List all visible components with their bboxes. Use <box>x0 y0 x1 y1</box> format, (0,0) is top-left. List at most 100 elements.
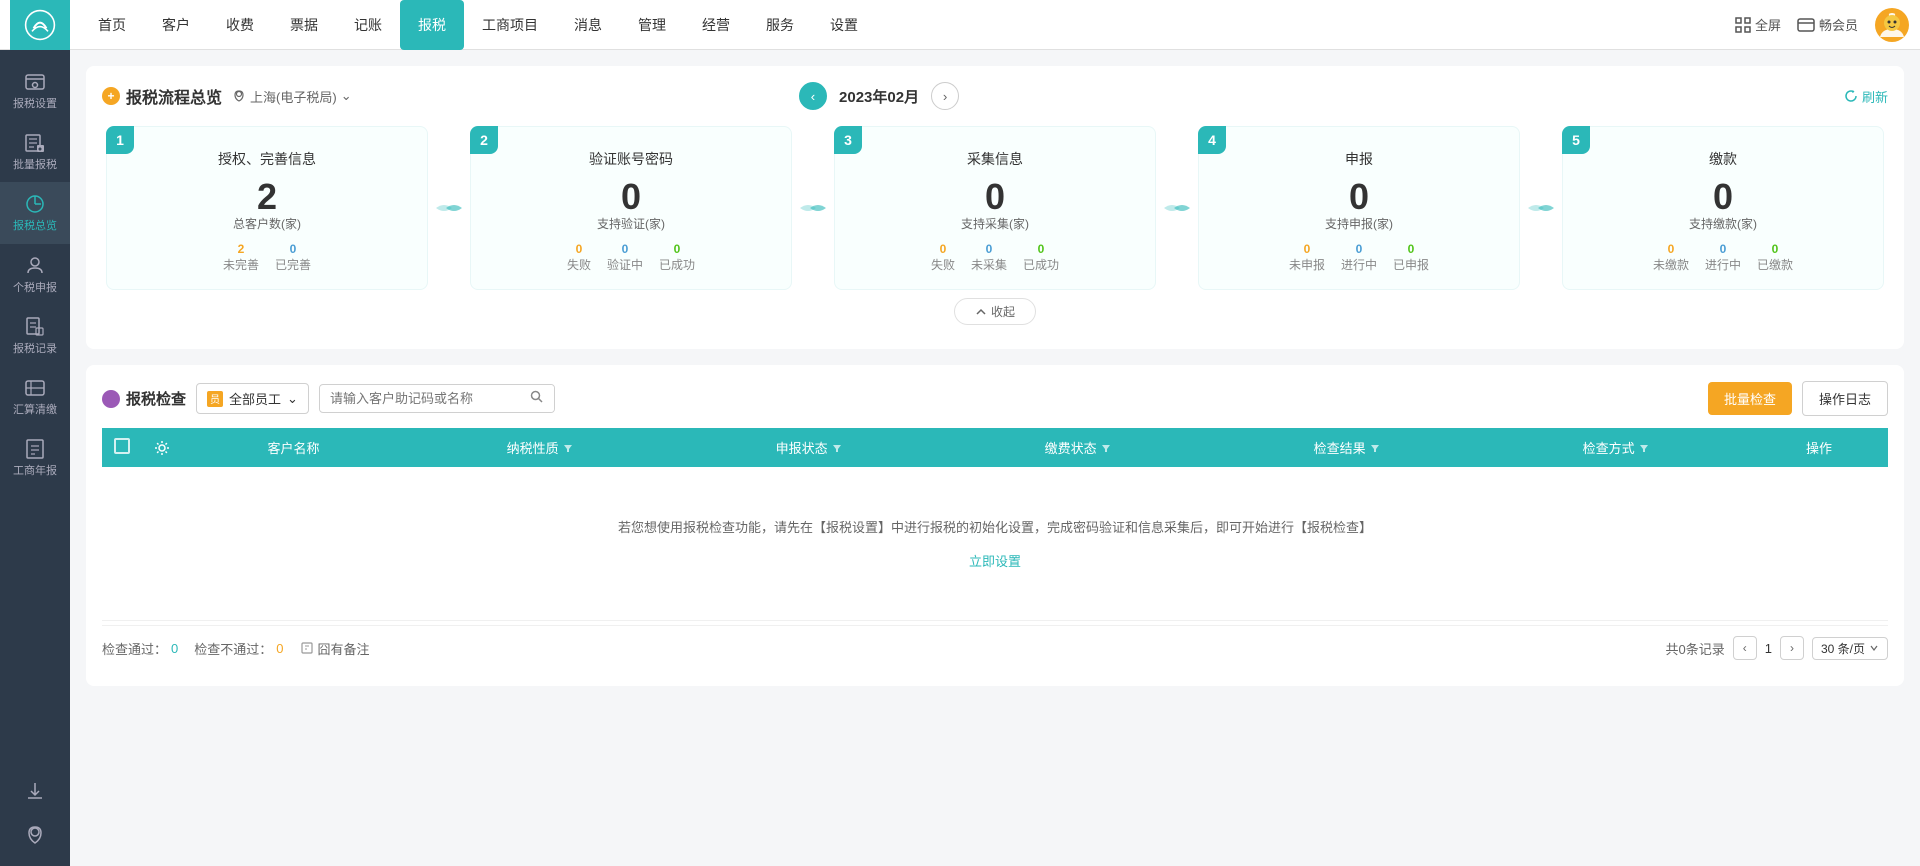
tax-record-icon <box>23 315 47 339</box>
nav-item-operation[interactable]: 经营 <box>684 0 748 50</box>
sidebar-item-tax-overview[interactable]: 报税总览 <box>0 182 70 243</box>
nav-item-message[interactable]: 消息 <box>556 0 620 50</box>
step-sub-1: 总客户数(家) <box>123 215 411 232</box>
top-nav: 首页 客户 收费 票据 记账 报税 工商项目 消息 管理 经营 服务 设置 全屏 <box>0 0 1920 50</box>
step-stat-lbl-2-0: 失败 <box>567 256 591 273</box>
summary-section: + 报税流程总览 上海(电子税局) ⌄ ‹ 2023年02月 › <box>86 66 1904 349</box>
th-check-method: 检查方式 <box>1481 428 1750 467</box>
step-stats-3: 0 失败 0 未采集 0 已成功 <box>851 242 1139 273</box>
prev-month-button[interactable]: ‹ <box>799 82 827 110</box>
nav-item-fee[interactable]: 收费 <box>208 0 272 50</box>
step-stat-2-2: 0 已成功 <box>659 242 695 273</box>
nav-item-business[interactable]: 工商项目 <box>464 0 556 50</box>
pass-stat: 检查通过： 0 <box>102 639 178 658</box>
location-text: 上海(电子税局) <box>250 87 337 106</box>
nav-item-service[interactable]: 服务 <box>748 0 812 50</box>
tax-overview-icon <box>23 192 47 216</box>
nav-item-home[interactable]: 首页 <box>80 0 144 50</box>
filter-icon-2[interactable] <box>832 443 842 453</box>
step-stat-val-2-1: 0 <box>607 242 643 256</box>
sidebar-item-annual-report[interactable]: 工商年报 <box>0 427 70 488</box>
fullscreen-label: 全屏 <box>1755 15 1781 34</box>
step-stat-4-2: 0 已申报 <box>1393 242 1429 273</box>
check-title-text: 报税检查 <box>126 388 186 409</box>
per-page-select[interactable]: 30 条/页 <box>1812 637 1888 660</box>
refresh-icon <box>1844 89 1858 103</box>
sidebar-item-location[interactable] <box>0 812 70 856</box>
avatar[interactable] <box>1874 7 1910 43</box>
search-input[interactable] <box>320 386 520 411</box>
step-stat-val-3-1: 0 <box>971 242 1007 256</box>
step-title-2: 验证账号密码 <box>487 149 775 169</box>
step-stat-val-5-2: 0 <box>1757 242 1793 256</box>
step-sub-5: 支持缴款(家) <box>1579 215 1867 232</box>
step-title-5: 缴款 <box>1579 149 1867 169</box>
nav-item-invoice[interactable]: 票据 <box>272 0 336 50</box>
main-area: 报税设置 批量报税 报税总览 个税申报 <box>0 50 1920 866</box>
arrow-1-2 <box>432 126 466 290</box>
sidebar-item-batch-tax[interactable]: 批量报税 <box>0 121 70 182</box>
step-sub-3: 支持采集(家) <box>851 215 1139 232</box>
note-icon <box>300 641 314 655</box>
employee-dropdown-icon: ⌄ <box>287 391 298 407</box>
operation-log-button[interactable]: 操作日志 <box>1802 381 1888 416</box>
step-stat-5-1: 0 进行中 <box>1705 242 1741 273</box>
employee-label: 全部员工 <box>229 389 281 408</box>
sidebar-item-personal-tax[interactable]: 个税申报 <box>0 244 70 305</box>
step-stat-val-4-1: 0 <box>1341 242 1377 256</box>
settings-icon[interactable] <box>154 440 170 456</box>
sidebar-label-tax-overview: 报税总览 <box>13 220 57 233</box>
sidebar-item-tax-settings[interactable]: 报税设置 <box>0 60 70 121</box>
batch-check-button[interactable]: 批量检查 <box>1708 382 1792 415</box>
member-button[interactable]: 畅会员 <box>1797 15 1858 34</box>
prev-page-button[interactable]: ‹ <box>1733 636 1757 660</box>
step-stat-lbl-1-0: 未完善 <box>223 256 259 273</box>
filter-icon-5[interactable] <box>1639 443 1649 453</box>
annual-report-icon <box>23 437 47 461</box>
employee-icon: 员 <box>207 391 223 407</box>
empty-message: 若您想使用报税检查功能，请先在【报税设置】中进行报税的初始化设置，完成密码验证和… <box>152 517 1838 536</box>
step-stat-lbl-5-2: 已缴款 <box>1757 256 1793 273</box>
step-stat-2-0: 0 失败 <box>567 242 591 273</box>
flow-step-1: 1 授权、完善信息 2 总客户数(家) 2 未完善 0 已完善 <box>106 126 428 290</box>
sidebar-item-download[interactable] <box>0 768 70 812</box>
pass-stat-value[interactable]: 0 <box>171 641 178 656</box>
fullscreen-button[interactable]: 全屏 <box>1735 15 1781 34</box>
search-button[interactable] <box>520 385 554 412</box>
filter-icon-4[interactable] <box>1370 443 1380 453</box>
employee-select[interactable]: 员 全部员工 ⌄ <box>196 383 309 414</box>
nav-item-customer[interactable]: 客户 <box>144 0 208 50</box>
fail-stat-value[interactable]: 0 <box>276 641 283 656</box>
sidebar-item-tax-record[interactable]: 报税记录 <box>0 305 70 366</box>
step-stat-lbl-3-2: 已成功 <box>1023 256 1059 273</box>
refresh-button[interactable]: 刷新 <box>1844 87 1888 106</box>
nav-item-settings[interactable]: 设置 <box>812 0 876 50</box>
fail-stat: 检查不通过： 0 <box>194 639 283 658</box>
flow-step-5: 5 缴款 0 支持缴款(家) 0 未缴款 0 进行中 <box>1562 126 1884 290</box>
month-nav: ‹ 2023年02月 › <box>799 82 959 110</box>
step-stat-val-1-1: 0 <box>275 242 311 256</box>
filter-icon-3[interactable] <box>1101 443 1111 453</box>
summary-header: + 报税流程总览 上海(电子税局) ⌄ ‹ 2023年02月 › <box>102 82 1888 110</box>
step-num-1: 1 <box>106 126 134 154</box>
step-stat-val-5-1: 0 <box>1705 242 1741 256</box>
th-operation: 操作 <box>1750 428 1888 467</box>
nav-item-accounting[interactable]: 记账 <box>336 0 400 50</box>
nav-item-tax[interactable]: 报税 <box>400 0 464 50</box>
next-page-button[interactable]: › <box>1780 636 1804 660</box>
filter-icon-1[interactable] <box>563 443 573 453</box>
setting-link[interactable]: 立即设置 <box>969 554 1021 569</box>
step-count-4: 0 <box>1215 179 1503 215</box>
step-stat-4-0: 0 未申报 <box>1289 242 1325 273</box>
sidebar-item-settlement[interactable]: 汇算清缴 <box>0 366 70 427</box>
sidebar-label-tax-record: 报税记录 <box>13 343 57 356</box>
member-label: 畅会员 <box>1819 15 1858 34</box>
sidebar-label-settlement: 汇算清缴 <box>13 404 57 417</box>
header-checkbox[interactable] <box>114 438 130 454</box>
search-bar <box>319 384 555 413</box>
collapse-button[interactable]: 收起 <box>954 298 1036 325</box>
nav-item-manage[interactable]: 管理 <box>620 0 684 50</box>
sidebar-bottom <box>0 768 70 866</box>
location-tag[interactable]: 上海(电子税局) ⌄ <box>232 87 352 106</box>
next-month-button[interactable]: › <box>931 82 959 110</box>
